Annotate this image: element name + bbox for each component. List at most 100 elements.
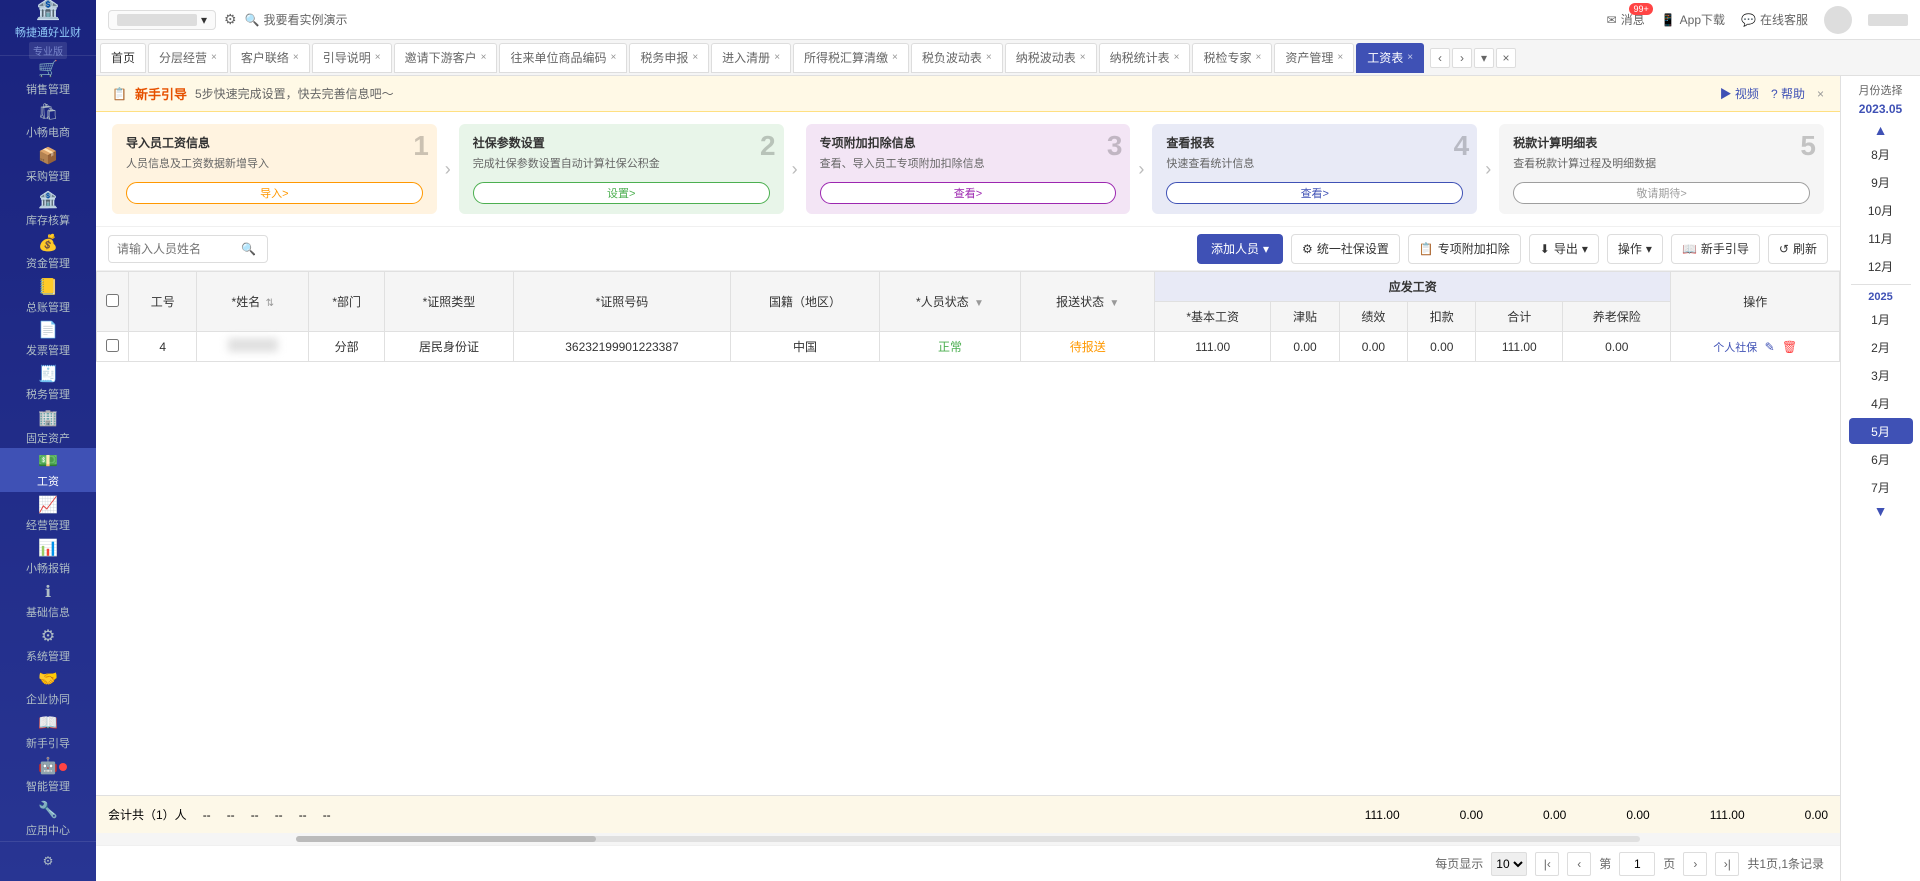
sidebar-item-purchase[interactable]: 📦 采购管理 bbox=[0, 143, 96, 187]
guide-help-link[interactable]: ? 帮助 bbox=[1771, 85, 1805, 102]
edit-icon[interactable]: ✎ bbox=[1765, 340, 1775, 354]
tab-tax-dynamic[interactable]: 纳税波动表 × bbox=[1005, 43, 1097, 73]
sidebar-item-operations[interactable]: 📈 经营管理 bbox=[0, 492, 96, 536]
new-guide-button[interactable]: 📖 新手引导 bbox=[1671, 234, 1760, 264]
month-item-4[interactable]: 4月 bbox=[1849, 390, 1913, 416]
tab-tax-expert[interactable]: 税检专家 × bbox=[1192, 43, 1272, 73]
export-button[interactable]: ⬇ 导出 ▾ bbox=[1529, 234, 1599, 264]
sidebar-item-basic[interactable]: ℹ 基础信息 bbox=[0, 579, 96, 623]
tab-payroll[interactable]: 工资表 × bbox=[1356, 43, 1424, 73]
month-item-11[interactable]: 11月 bbox=[1849, 225, 1913, 251]
first-page-button[interactable]: |‹ bbox=[1535, 852, 1559, 876]
sidebar-item-sales[interactable]: 🛒 销售管理 bbox=[0, 56, 96, 100]
refresh-button[interactable]: ↺ 刷新 bbox=[1768, 234, 1828, 264]
month-item-10[interactable]: 10月 bbox=[1849, 197, 1913, 223]
tab-tax-stats[interactable]: 纳税统计表 × bbox=[1099, 43, 1191, 73]
tab-close-icon[interactable]: × bbox=[1080, 52, 1086, 63]
step-1-button[interactable]: 导入> bbox=[126, 182, 423, 204]
month-item-6[interactable]: 6月 bbox=[1849, 446, 1913, 472]
sidebar-item-ledger[interactable]: 📒 总账管理 bbox=[0, 274, 96, 318]
tab-tax-burden[interactable]: 税负波动表 × bbox=[911, 43, 1003, 73]
tab-close-icon[interactable]: × bbox=[211, 52, 217, 63]
select-all-checkbox[interactable] bbox=[106, 294, 119, 307]
scrollbar-thumb[interactable] bbox=[296, 836, 596, 842]
month-item-7[interactable]: 7月 bbox=[1849, 474, 1913, 500]
last-page-button[interactable]: ›| bbox=[1715, 852, 1739, 876]
social-insurance-link[interactable]: 个人社保 bbox=[1713, 342, 1757, 354]
step-4-button[interactable]: 查看> bbox=[1166, 182, 1463, 204]
page-input[interactable] bbox=[1619, 852, 1655, 876]
sidebar-item-system[interactable]: ⚙ 系统管理 bbox=[0, 623, 96, 667]
month-item-1[interactable]: 1月 bbox=[1849, 306, 1913, 332]
sidebar-item-finance[interactable]: 💰 资金管理 bbox=[0, 230, 96, 274]
tab-prev-button[interactable]: ‹ bbox=[1430, 48, 1450, 68]
sidebar-item-invoice[interactable]: 📄 发票管理 bbox=[0, 318, 96, 362]
tab-close-icon[interactable]: × bbox=[1174, 52, 1180, 63]
tab-assets-mgmt[interactable]: 资产管理 × bbox=[1274, 43, 1354, 73]
month-item-8[interactable]: 8月 bbox=[1849, 141, 1913, 167]
month-item-2[interactable]: 2月 bbox=[1849, 334, 1913, 360]
tab-more-button[interactable]: ▾ bbox=[1474, 48, 1494, 68]
step-5-button[interactable]: 敬请期待> bbox=[1513, 182, 1810, 204]
special-deduction-button[interactable]: 📋 专项附加扣除 bbox=[1408, 234, 1521, 264]
per-page-select[interactable]: 10 20 50 bbox=[1491, 852, 1527, 876]
tab-close-icon[interactable]: × bbox=[892, 52, 898, 63]
tab-clearance[interactable]: 进入清册 × bbox=[711, 43, 791, 73]
tab-close-icon[interactable]: × bbox=[986, 52, 992, 63]
sidebar-item-payroll[interactable]: 💵 工资 bbox=[0, 448, 96, 492]
tab-invite[interactable]: 邀请下游客户 × bbox=[394, 43, 498, 73]
search-icon[interactable]: 🔍 bbox=[241, 242, 256, 256]
guide-video-link[interactable]: ▶ 视频 bbox=[1720, 85, 1759, 102]
tab-close-icon[interactable]: × bbox=[375, 52, 381, 63]
tab-layered-ops[interactable]: 分层经营 × bbox=[148, 43, 228, 73]
company-dropdown[interactable]: ▾ bbox=[108, 10, 216, 30]
message-button[interactable]: ✉ 消息 99+ bbox=[1607, 11, 1645, 28]
tab-guide-desc[interactable]: 引导说明 × bbox=[312, 43, 392, 73]
tab-close-all-button[interactable]: × bbox=[1496, 48, 1516, 68]
tab-income-tax[interactable]: 所得税汇算清缴 × bbox=[793, 43, 909, 73]
tab-close-icon[interactable]: × bbox=[481, 52, 487, 63]
tab-close-icon[interactable]: × bbox=[610, 52, 616, 63]
month-scroll-down-button[interactable]: ▼ bbox=[1872, 501, 1890, 521]
sidebar-item-assets[interactable]: 🏢 固定资产 bbox=[0, 405, 96, 449]
tab-customer[interactable]: 客户联络 × bbox=[230, 43, 310, 73]
tab-tax-report[interactable]: 税务申报 × bbox=[629, 43, 709, 73]
next-page-button[interactable]: › bbox=[1683, 852, 1707, 876]
search-input[interactable] bbox=[117, 242, 237, 256]
tab-next-button[interactable]: › bbox=[1452, 48, 1472, 68]
horizontal-scrollbar[interactable] bbox=[96, 833, 1840, 845]
sidebar-item-ecommerce[interactable]: 🛍 小畅电商 bbox=[0, 100, 96, 144]
month-item-9[interactable]: 9月 bbox=[1849, 169, 1913, 195]
prev-page-button[interactable]: ‹ bbox=[1567, 852, 1591, 876]
guide-close-button[interactable]: × bbox=[1817, 87, 1824, 101]
tab-close-icon[interactable]: × bbox=[692, 52, 698, 63]
sidebar-item-collab[interactable]: 🤝 企业协同 bbox=[0, 666, 96, 710]
sidebar-item-tax[interactable]: 🧾 税务管理 bbox=[0, 361, 96, 405]
step-3-button[interactable]: 查看> bbox=[820, 182, 1117, 204]
sidebar-item-apps[interactable]: 🔧 应用中心 bbox=[0, 797, 96, 841]
month-item-3[interactable]: 3月 bbox=[1849, 362, 1913, 388]
add-person-button[interactable]: 添加人员 ▾ bbox=[1197, 234, 1283, 264]
username-label[interactable] bbox=[1868, 14, 1908, 26]
demo-button[interactable]: 🔍 我要看实例演示 bbox=[245, 11, 348, 28]
app-download-button[interactable]: 📱 App下载 bbox=[1661, 11, 1725, 28]
row-checkbox[interactable] bbox=[106, 339, 119, 352]
month-item-5[interactable]: 5月 bbox=[1849, 418, 1913, 444]
unified-settings-button[interactable]: ⚙ 统一社保设置 bbox=[1291, 234, 1400, 264]
sidebar-settings-button[interactable]: ⚙ bbox=[0, 841, 96, 881]
sidebar-item-guide[interactable]: 📖 新手引导 bbox=[0, 710, 96, 754]
online-service-button[interactable]: 💬 在线客服 bbox=[1741, 11, 1808, 28]
tab-home[interactable]: 首页 bbox=[100, 43, 146, 73]
tab-close-icon[interactable]: × bbox=[774, 52, 780, 63]
sidebar-item-expense[interactable]: 📊 小畅报销 bbox=[0, 536, 96, 580]
tab-product-code[interactable]: 往来单位商品编码 × bbox=[499, 43, 627, 73]
tab-close-icon[interactable]: × bbox=[1255, 52, 1261, 63]
sidebar-item-ai[interactable]: 🤖 智能管理 bbox=[0, 754, 96, 798]
sidebar-item-inventory[interactable]: 🏦 库存核算 bbox=[0, 187, 96, 231]
step-2-button[interactable]: 设置> bbox=[473, 182, 770, 204]
delete-icon[interactable]: 🗑 bbox=[1782, 340, 1797, 354]
user-avatar[interactable] bbox=[1824, 6, 1852, 34]
month-scroll-up-button[interactable]: ▲ bbox=[1872, 120, 1890, 140]
settings-gear-icon[interactable]: ⚙ bbox=[224, 11, 237, 28]
tab-close-icon[interactable]: × bbox=[1337, 52, 1343, 63]
